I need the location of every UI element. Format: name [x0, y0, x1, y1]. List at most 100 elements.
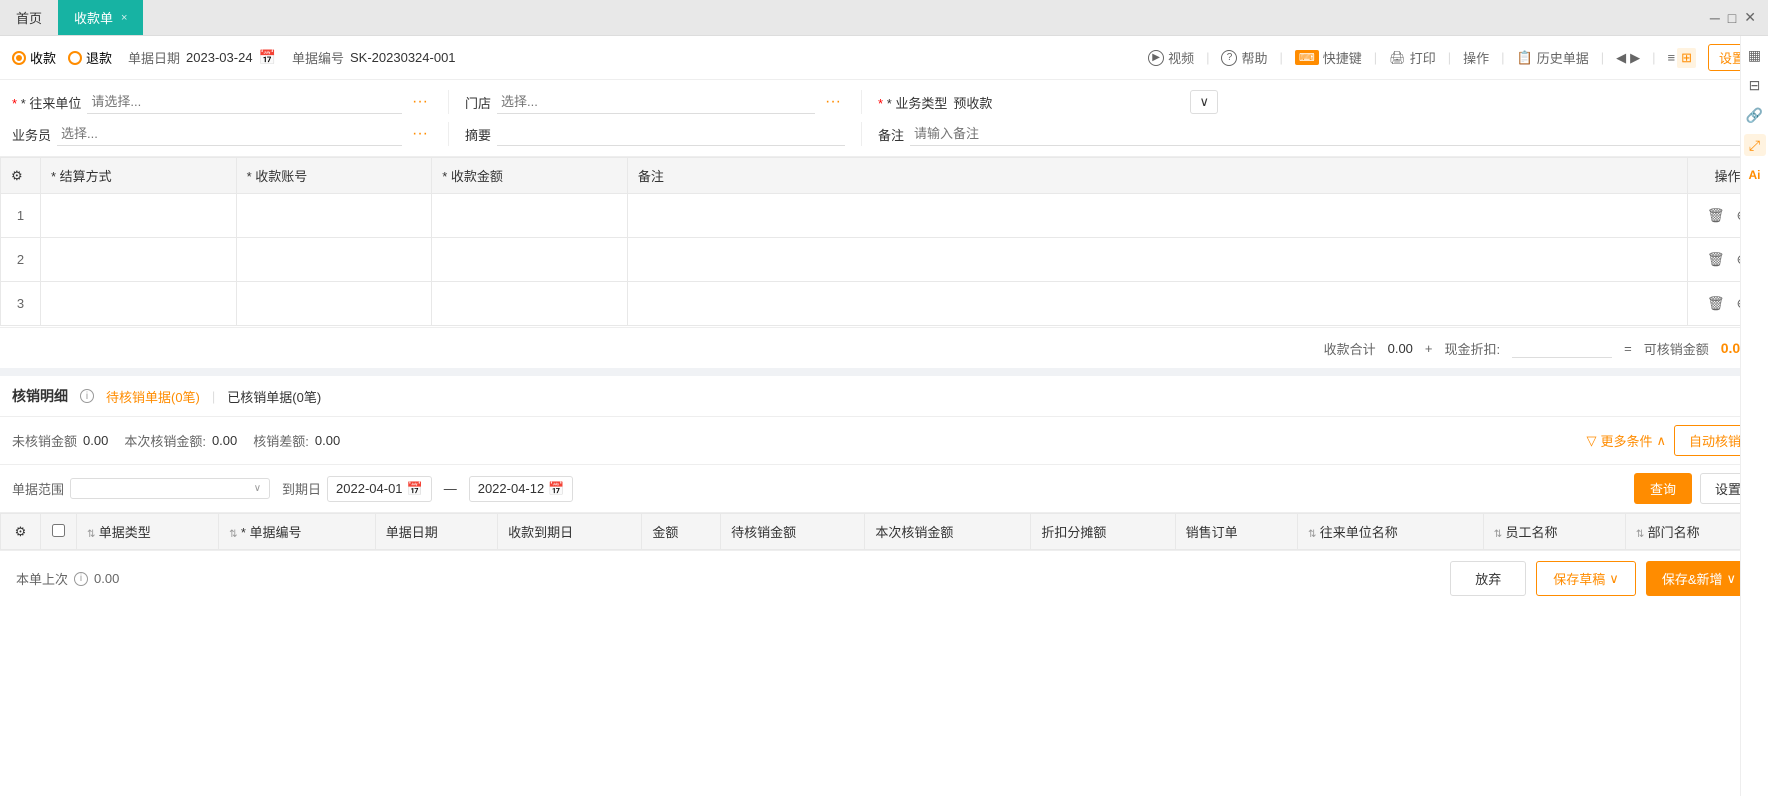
- table-settings-icon[interactable]: ⚙: [11, 168, 23, 183]
- row-amount-3[interactable]: [432, 282, 628, 326]
- row-settlement-2[interactable]: [41, 238, 237, 282]
- chevron-up-icon: ∧: [1656, 433, 1666, 449]
- footer-left: 本单上次 i 0.00: [16, 569, 119, 588]
- next-arrow[interactable]: ▶: [1630, 50, 1640, 66]
- sidebar-icon-table[interactable]: ▦: [1744, 44, 1766, 66]
- window-close-button[interactable]: ✕: [1744, 9, 1756, 26]
- number-value: SK-20230324-001: [350, 50, 456, 65]
- more-conditions-btn[interactable]: ▽ 更多条件 ∧: [1586, 431, 1666, 450]
- operate-btn[interactable]: 操作: [1463, 48, 1489, 67]
- row-delete-2[interactable]: 🗑: [1703, 249, 1729, 270]
- plus-sign: +: [1425, 341, 1433, 356]
- tab-close-icon[interactable]: ×: [121, 12, 127, 24]
- calendar-to-icon[interactable]: 📅: [548, 481, 564, 497]
- bt-col-pending: 待核销金额: [721, 514, 865, 550]
- current-value: 0.00: [94, 571, 119, 586]
- ai-label[interactable]: Ai: [1744, 164, 1766, 186]
- save-new-button[interactable]: 保存&新增 ∨: [1646, 561, 1752, 596]
- footer: 本单上次 i 0.00 放弃 保存草稿 ∨ 保存&新增 ∨: [0, 550, 1768, 606]
- shop-more-icon[interactable]: ···: [821, 93, 845, 111]
- sidebar-icon-expand[interactable]: ⤢: [1744, 134, 1766, 156]
- row-delete-1[interactable]: 🗑: [1703, 205, 1729, 226]
- bt-col-checkbox[interactable]: [41, 514, 77, 550]
- hx-info-icon[interactable]: i: [80, 389, 94, 403]
- calendar-from-icon[interactable]: 📅: [407, 481, 423, 497]
- chevron-down-icon: ∨: [1199, 94, 1209, 110]
- grid-icon[interactable]: ⊞: [1677, 48, 1696, 68]
- video-btn[interactable]: ▶ 视频: [1148, 48, 1194, 67]
- remark-input[interactable]: [910, 122, 1756, 146]
- shortcut-btn[interactable]: ⌨ 快捷键: [1295, 48, 1362, 67]
- filter-buttons: 查询 设置: [1634, 473, 1756, 504]
- partner-input[interactable]: [87, 90, 402, 114]
- radio-refund-label: 退款: [86, 48, 112, 67]
- list-icon[interactable]: ≡: [1667, 50, 1675, 65]
- sort-arrows-dept: ⇅: [1636, 529, 1644, 540]
- abandon-button[interactable]: 放弃: [1450, 561, 1526, 596]
- hx-done-tab[interactable]: 已核销单据(0笔): [227, 387, 321, 406]
- bt-col-settings[interactable]: ⚙: [1, 514, 41, 550]
- staff-more-icon[interactable]: ···: [408, 125, 432, 143]
- save-draft-chevron-icon: ∨: [1609, 571, 1619, 587]
- radio-receive-label: 收款: [30, 48, 56, 67]
- sort-arrows-type: ⇅: [87, 529, 95, 540]
- summary-label: 摘要: [465, 125, 491, 144]
- help-btn[interactable]: ? 帮助: [1221, 48, 1267, 67]
- window-minimize-button[interactable]: ─: [1710, 10, 1720, 26]
- hx-pending-tab[interactable]: 待核销单据(0笔): [106, 387, 200, 406]
- select-all-checkbox[interactable]: [52, 524, 65, 537]
- print-btn[interactable]: 🖨 打印: [1389, 48, 1436, 67]
- date-from-field[interactable]: 2022-04-01 📅: [327, 476, 432, 502]
- row-account-2[interactable]: [236, 238, 432, 282]
- video-label: 视频: [1168, 48, 1194, 67]
- diff-value: 0.00: [315, 433, 340, 448]
- due-label: 到期日: [282, 479, 321, 498]
- row-account-3[interactable]: [236, 282, 432, 326]
- row-settlement-1[interactable]: [41, 194, 237, 238]
- total-label: 收款合计: [1324, 339, 1376, 358]
- hx-filter-actions: ▽ 更多条件 ∧ 自动核销: [1586, 425, 1756, 456]
- partner-more-icon[interactable]: ···: [408, 93, 432, 111]
- date-to-field[interactable]: 2022-04-12 📅: [469, 476, 574, 502]
- calendar-icon[interactable]: 📅: [259, 49, 276, 66]
- tab-home-label: 首页: [16, 8, 42, 27]
- window-restore-button[interactable]: □: [1728, 10, 1736, 26]
- shop-input[interactable]: [497, 90, 815, 114]
- query-button[interactable]: 查询: [1634, 473, 1692, 504]
- number-field: 单据编号 SK-20230324-001: [292, 48, 456, 67]
- diff-label: 核销差额:: [253, 431, 309, 450]
- row-remark-1[interactable]: [627, 194, 1687, 238]
- row-settlement-3[interactable]: [41, 282, 237, 326]
- save-draft-button[interactable]: 保存草稿 ∨: [1536, 561, 1636, 596]
- tab-home[interactable]: 首页: [0, 0, 58, 35]
- staff-input[interactable]: [57, 122, 402, 146]
- sidebar-icon-list[interactable]: ⊟: [1744, 74, 1766, 96]
- radio-refund[interactable]: 退款: [68, 48, 112, 67]
- discount-input[interactable]: [1512, 338, 1612, 358]
- sidebar-icon-link[interactable]: 🔗: [1744, 104, 1766, 126]
- bt-col-this: 本次核销金额: [865, 514, 1031, 550]
- tab-bar: 首页 收款单 × ─ □ ✕: [0, 0, 1768, 36]
- range-select[interactable]: ∨: [70, 478, 270, 499]
- this-time-label: 本次核销金额:: [124, 431, 206, 450]
- total-value: 0.00: [1388, 341, 1413, 356]
- row-account-1[interactable]: [236, 194, 432, 238]
- history-btn[interactable]: 📋 历史单据: [1517, 48, 1589, 67]
- tab-active[interactable]: 收款单 ×: [58, 0, 143, 35]
- radio-receive[interactable]: 收款: [12, 48, 56, 67]
- summary-field: 摘要: [465, 122, 845, 146]
- row-remark-3[interactable]: [627, 282, 1687, 326]
- business-type-dropdown[interactable]: ∨: [1190, 90, 1218, 114]
- row-delete-3[interactable]: 🗑: [1703, 293, 1729, 314]
- row-amount-1[interactable]: [432, 194, 628, 238]
- sort-arrows-number: ⇅: [229, 529, 237, 540]
- prev-arrow[interactable]: ◀: [1616, 50, 1626, 66]
- summary-input[interactable]: [497, 122, 845, 146]
- row-index-1: 1: [1, 194, 41, 238]
- nav-arrows: ◀ ▶: [1616, 50, 1640, 66]
- current-info-icon[interactable]: i: [74, 572, 88, 586]
- col-settings-header[interactable]: ⚙: [1, 158, 41, 194]
- shop-field: 门店 ···: [465, 90, 845, 114]
- row-remark-2[interactable]: [627, 238, 1687, 282]
- row-amount-2[interactable]: [432, 238, 628, 282]
